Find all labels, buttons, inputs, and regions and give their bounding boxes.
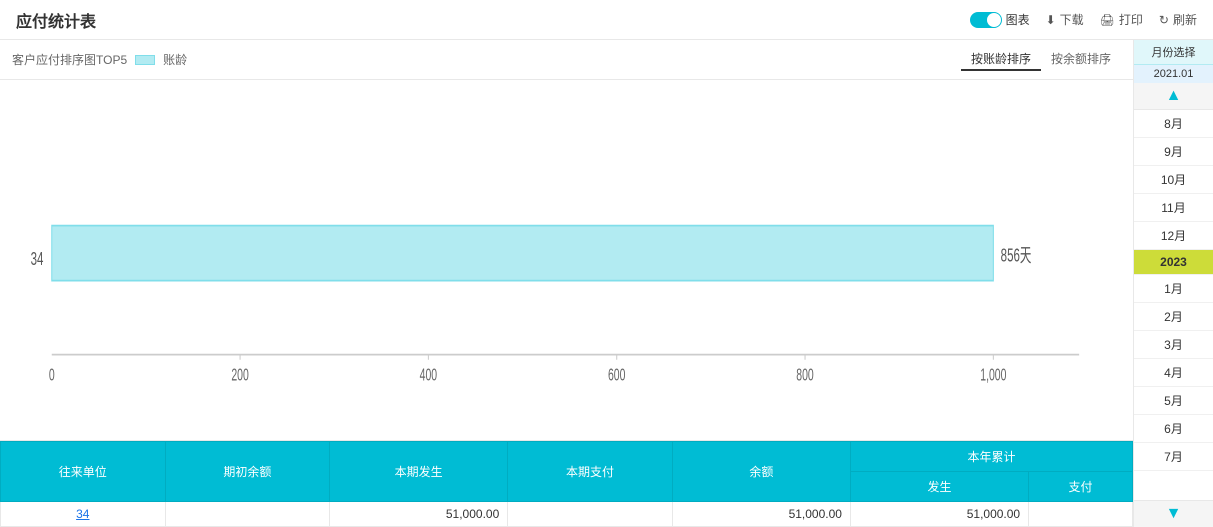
chart-legend: 客户应付排序图TOP5 账龄 bbox=[12, 51, 187, 68]
svg-text:200: 200 bbox=[231, 366, 249, 385]
sidebar-month-item[interactable]: 2月 bbox=[1134, 303, 1213, 331]
sidebar-header: 月份选择 bbox=[1134, 40, 1213, 65]
table-row: 34 51,000.00 51,000.00 51,000.00 bbox=[1, 502, 1133, 527]
sort-tab-age[interactable]: 按账龄排序 bbox=[961, 48, 1041, 71]
sidebar-month-item[interactable]: 10月 bbox=[1134, 166, 1213, 194]
svg-text:34: 34 bbox=[31, 249, 44, 270]
chart-section: 客户应付排序图TOP5 账龄 按账龄排序 按余额排序 34 856天 bbox=[0, 40, 1133, 527]
header-actions: 图表 ⬇ 下载 🖨 打印 ↻ 刷新 bbox=[970, 11, 1197, 28]
th-balance: 余额 bbox=[672, 442, 850, 502]
print-icon: 🖨 bbox=[1100, 13, 1115, 27]
svg-text:600: 600 bbox=[608, 366, 626, 385]
download-icon: ⬇ bbox=[1046, 13, 1056, 27]
sidebar-month-item[interactable]: 11月 bbox=[1134, 194, 1213, 222]
sidebar-month-item[interactable]: 8月 bbox=[1134, 110, 1213, 138]
cell-balance: 51,000.00 bbox=[672, 502, 850, 527]
unit-link[interactable]: 34 bbox=[76, 507, 89, 521]
legend-item-label: 账龄 bbox=[163, 51, 187, 68]
sort-tab-balance[interactable]: 按余额排序 bbox=[1041, 48, 1121, 71]
legend-label: 客户应付排序图TOP5 bbox=[12, 51, 127, 68]
main-content: 客户应付排序图TOP5 账龄 按账龄排序 按余额排序 34 856天 bbox=[0, 40, 1213, 527]
page-title: 应付统计表 bbox=[16, 8, 96, 32]
svg-text:400: 400 bbox=[420, 366, 438, 385]
download-label: 下载 bbox=[1060, 11, 1084, 28]
sidebar-month-item[interactable]: 5月 bbox=[1134, 387, 1213, 415]
th-ytd: 本年累计 bbox=[850, 442, 1132, 472]
chart-toggle-group[interactable]: 图表 bbox=[970, 11, 1030, 28]
cell-unit: 34 bbox=[1, 502, 166, 527]
legend-color-box bbox=[135, 55, 155, 65]
sidebar: 月份选择 ▲ 8月9月10月11月12月20231月2月3月4月5月6月7月 ▼ bbox=[1133, 40, 1213, 527]
th-unit: 往来单位 bbox=[1, 442, 166, 502]
refresh-icon: ↻ bbox=[1159, 13, 1169, 27]
sidebar-month-item[interactable]: 6月 bbox=[1134, 415, 1213, 443]
sidebar-month-item[interactable]: 1月 bbox=[1134, 275, 1213, 303]
data-table: 往来单位 期初余额 本期发生 本期支付 余额 本年累计 发生 支付 bbox=[0, 441, 1133, 527]
th-pay: 本期支付 bbox=[508, 442, 673, 502]
th-opening: 期初余额 bbox=[165, 442, 330, 502]
print-label: 打印 bbox=[1119, 11, 1143, 28]
sidebar-month-item[interactable]: 7月 bbox=[1134, 443, 1213, 471]
chart-toggle-switch[interactable] bbox=[970, 12, 1002, 28]
cell-opening bbox=[165, 502, 330, 527]
cell-ytd-occur: 51,000.00 bbox=[850, 502, 1028, 527]
th-ytd-pay: 支付 bbox=[1029, 472, 1133, 502]
sidebar-month-item[interactable]: 12月 bbox=[1134, 222, 1213, 250]
cell-ytd-pay bbox=[1029, 502, 1133, 527]
header: 应付统计表 图表 ⬇ 下载 🖨 打印 ↻ 刷新 bbox=[0, 0, 1213, 40]
app-container: 应付统计表 图表 ⬇ 下载 🖨 打印 ↻ 刷新 bbox=[0, 0, 1213, 527]
table-section: 往来单位 期初余额 本期发生 本期支付 余额 本年累计 发生 支付 bbox=[0, 440, 1133, 527]
sidebar-month-item[interactable]: 4月 bbox=[1134, 359, 1213, 387]
cell-occur: 51,000.00 bbox=[330, 502, 508, 527]
refresh-button[interactable]: ↻ 刷新 bbox=[1159, 11, 1197, 28]
th-occur: 本期发生 bbox=[330, 442, 508, 502]
chart-header: 客户应付排序图TOP5 账龄 按账龄排序 按余额排序 bbox=[0, 40, 1133, 80]
sidebar-month-item[interactable]: 2023 bbox=[1134, 250, 1213, 275]
svg-text:1,000: 1,000 bbox=[980, 366, 1006, 385]
sidebar-scroll: 8月9月10月11月12月20231月2月3月4月5月6月7月 bbox=[1134, 110, 1213, 500]
chart-svg: 34 856天 0 200 400 600 800 1,000 bbox=[12, 88, 1121, 432]
svg-text:0: 0 bbox=[49, 366, 55, 385]
chart-sort-tabs: 按账龄排序 按余额排序 bbox=[961, 48, 1121, 71]
sidebar-month-item[interactable]: 9月 bbox=[1134, 138, 1213, 166]
sidebar-year-input[interactable] bbox=[1134, 65, 1213, 83]
chart-toggle-label: 图表 bbox=[1006, 11, 1030, 28]
svg-text:800: 800 bbox=[796, 366, 814, 385]
sidebar-up-button[interactable]: ▲ bbox=[1134, 83, 1213, 109]
th-ytd-occur: 发生 bbox=[850, 472, 1028, 502]
cell-pay bbox=[508, 502, 673, 527]
sidebar-month-item[interactable]: 3月 bbox=[1134, 331, 1213, 359]
chart-area: 34 856天 0 200 400 600 800 1,000 bbox=[0, 80, 1133, 440]
svg-text:856天: 856天 bbox=[1001, 246, 1032, 267]
print-button[interactable]: 🖨 打印 bbox=[1100, 11, 1143, 28]
sidebar-down-button[interactable]: ▼ bbox=[1134, 501, 1213, 527]
download-button[interactable]: ⬇ 下载 bbox=[1046, 11, 1084, 28]
refresh-label: 刷新 bbox=[1173, 11, 1197, 28]
